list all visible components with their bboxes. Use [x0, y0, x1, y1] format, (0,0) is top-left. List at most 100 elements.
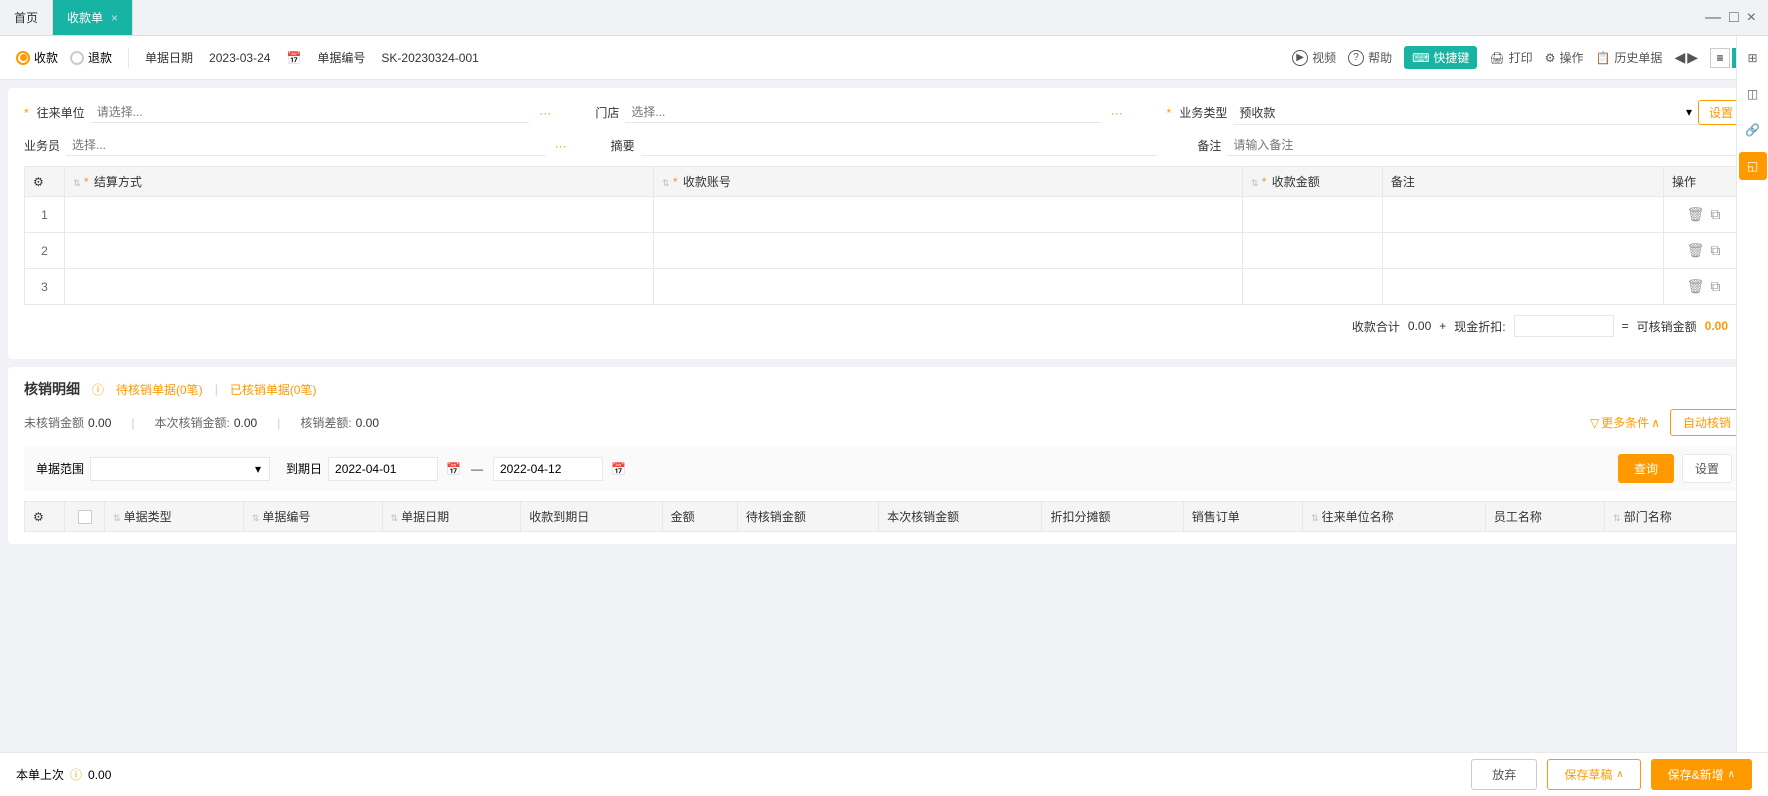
row-3-amount[interactable]: [1242, 269, 1382, 305]
note-input[interactable]: [1227, 135, 1744, 156]
row-1-amount[interactable]: [1242, 197, 1382, 233]
discount-label: 现金折扣:: [1454, 318, 1505, 335]
row-3-id: 3: [25, 269, 65, 305]
sidebar-icon-link[interactable]: 🔗: [1739, 116, 1767, 144]
bottom-info-icon[interactable]: ⓘ: [70, 766, 82, 783]
tab-divider: |: [215, 382, 218, 396]
sidebar-icon-table[interactable]: ⊞: [1739, 44, 1767, 72]
discount-input[interactable]: [1514, 315, 1614, 337]
calendar-to-icon[interactable]: 📅: [611, 462, 626, 476]
history-icon: 📋: [1595, 51, 1610, 65]
col-staff-name: 员工名称: [1485, 502, 1604, 532]
header-checkbox[interactable]: [73, 510, 96, 524]
store-more-icon[interactable]: ···: [1107, 106, 1127, 120]
counterpart-input[interactable]: [91, 102, 530, 123]
header-checkbox-box[interactable]: [78, 510, 92, 524]
nav-next[interactable]: ▶: [1687, 49, 1698, 66]
verify-info-icon[interactable]: ⓘ: [92, 381, 104, 398]
row-2-note[interactable]: [1382, 233, 1663, 269]
close-button[interactable]: ×: [1747, 9, 1756, 27]
tab-home[interactable]: 首页: [0, 0, 53, 35]
current-stat: 本次核销金额: 0.00: [155, 414, 258, 431]
pending-tab[interactable]: 待核销单据(0笔): [116, 381, 203, 398]
copy-icon-3[interactable]: ⧉: [1710, 278, 1720, 295]
copy-icon-1[interactable]: ⧉: [1710, 206, 1720, 223]
maximize-button[interactable]: □: [1729, 9, 1739, 27]
delete-icon-2[interactable]: 🗑: [1687, 242, 1705, 259]
row-2-settlement[interactable]: [65, 233, 654, 269]
query-button[interactable]: 查询: [1618, 454, 1674, 483]
date-to-input[interactable]: [493, 457, 603, 481]
calendar-from-icon[interactable]: 📅: [446, 462, 461, 476]
col-amount-header: ⇅ * 收款金额: [1242, 167, 1382, 197]
col-note-header: 备注: [1382, 167, 1663, 197]
more-conditions-button[interactable]: ▽ 更多条件 ∧: [1590, 414, 1660, 431]
help-button[interactable]: ? 帮助: [1348, 49, 1392, 66]
row-3-account[interactable]: [653, 269, 1242, 305]
auto-verify-button[interactable]: 自动核销: [1670, 409, 1744, 436]
unverified-value: 0.00: [88, 416, 111, 430]
row-1-note[interactable]: [1382, 197, 1663, 233]
diff-stat: 核销差额: 0.00: [300, 414, 379, 431]
sidebar-icon-expand[interactable]: ◱: [1739, 152, 1767, 180]
col-doc-date: ⇅ 单据日期: [382, 502, 521, 532]
row-1-account[interactable]: [653, 197, 1242, 233]
table-gear-header[interactable]: ⚙: [25, 167, 65, 197]
counterpart-required: *: [24, 106, 29, 120]
available-value: 0.00: [1705, 319, 1728, 333]
save-draft-button[interactable]: 保存草稿 ∧: [1547, 759, 1640, 790]
print-button[interactable]: 🖨 打印: [1489, 49, 1532, 66]
save-new-button[interactable]: 保存&新增 ∧: [1651, 759, 1752, 790]
col-amount: 金额: [662, 502, 737, 532]
counterpart-more-icon[interactable]: ···: [535, 106, 555, 120]
row-3-note[interactable]: [1382, 269, 1663, 305]
staff-input[interactable]: [66, 135, 545, 156]
date-separator: —: [467, 462, 487, 476]
col-account-header: ⇅ * 收款账号: [653, 167, 1242, 197]
bottom-gear-header[interactable]: ⚙: [25, 502, 65, 532]
form-card: * 往来单位 ··· 门店 ··· * 业务类型 预收款 ▾ 设: [8, 88, 1760, 359]
row-1-settlement[interactable]: [65, 197, 654, 233]
nav-arrows: ◀ ▶: [1674, 49, 1698, 66]
tab-receipt[interactable]: 收款单 ×: [53, 0, 133, 35]
video-button[interactable]: ▶ 视频: [1292, 49, 1336, 66]
delete-icon-3[interactable]: 🗑: [1687, 278, 1705, 295]
col-doc-number: ⇅ 单据编号: [243, 502, 382, 532]
summary-input[interactable]: [641, 135, 1158, 156]
col-pending-amount: 待核销金额: [737, 502, 878, 532]
col-settlement-header: ⇅ * 结算方式: [65, 167, 654, 197]
list-view-btn[interactable]: ≡: [1710, 48, 1730, 68]
done-tab[interactable]: 已核销单据(0笔): [230, 381, 317, 398]
copy-icon-2[interactable]: ⧉: [1710, 242, 1720, 259]
current-value: 0.00: [234, 416, 257, 430]
business-type-select[interactable]: 预收款 ▾: [1233, 101, 1698, 125]
staff-more-icon[interactable]: ···: [551, 139, 571, 153]
bottom-bar: 本单上次 ⓘ 0.00 放弃 保存草稿 ∧ 保存&新增 ∧: [0, 752, 1768, 796]
date-from-input[interactable]: [328, 457, 438, 481]
store-input[interactable]: [625, 102, 1100, 123]
operation-button[interactable]: ⚙ 操作: [1545, 49, 1584, 66]
row-3-settlement[interactable]: [65, 269, 654, 305]
refund-radio[interactable]: 退款: [70, 49, 112, 66]
bottom-table: ⚙ ⇅ 单据类型 ⇅ 单据编号: [24, 501, 1744, 532]
search-actions: 查询 设置: [1618, 454, 1732, 483]
settings-button[interactable]: 设置: [1682, 454, 1732, 483]
due-date-label: 到期日: [286, 460, 322, 477]
calendar-icon[interactable]: 📅: [286, 51, 301, 65]
delete-icon-1[interactable]: 🗑: [1687, 206, 1705, 223]
range-select[interactable]: ▾: [90, 457, 270, 481]
business-type-field: * 业务类型 预收款 ▾: [1167, 101, 1698, 125]
row-2-amount[interactable]: [1242, 233, 1382, 269]
minimize-button[interactable]: —: [1705, 9, 1721, 27]
history-button[interactable]: 📋 历史单据: [1595, 49, 1662, 66]
business-type-value: 预收款: [1239, 104, 1275, 121]
tab-bar-right: — □ ×: [1705, 9, 1768, 27]
discard-button[interactable]: 放弃: [1471, 759, 1537, 790]
row-2-account[interactable]: [653, 233, 1242, 269]
shortcut-button[interactable]: ⌨ 快捷键: [1404, 46, 1477, 69]
tab-receipt-label: 收款单: [67, 9, 103, 26]
nav-prev[interactable]: ◀: [1674, 49, 1685, 66]
sidebar-icon-list[interactable]: ◫: [1739, 80, 1767, 108]
tab-close-icon[interactable]: ×: [111, 11, 118, 25]
receipt-radio[interactable]: 收款: [16, 49, 58, 66]
